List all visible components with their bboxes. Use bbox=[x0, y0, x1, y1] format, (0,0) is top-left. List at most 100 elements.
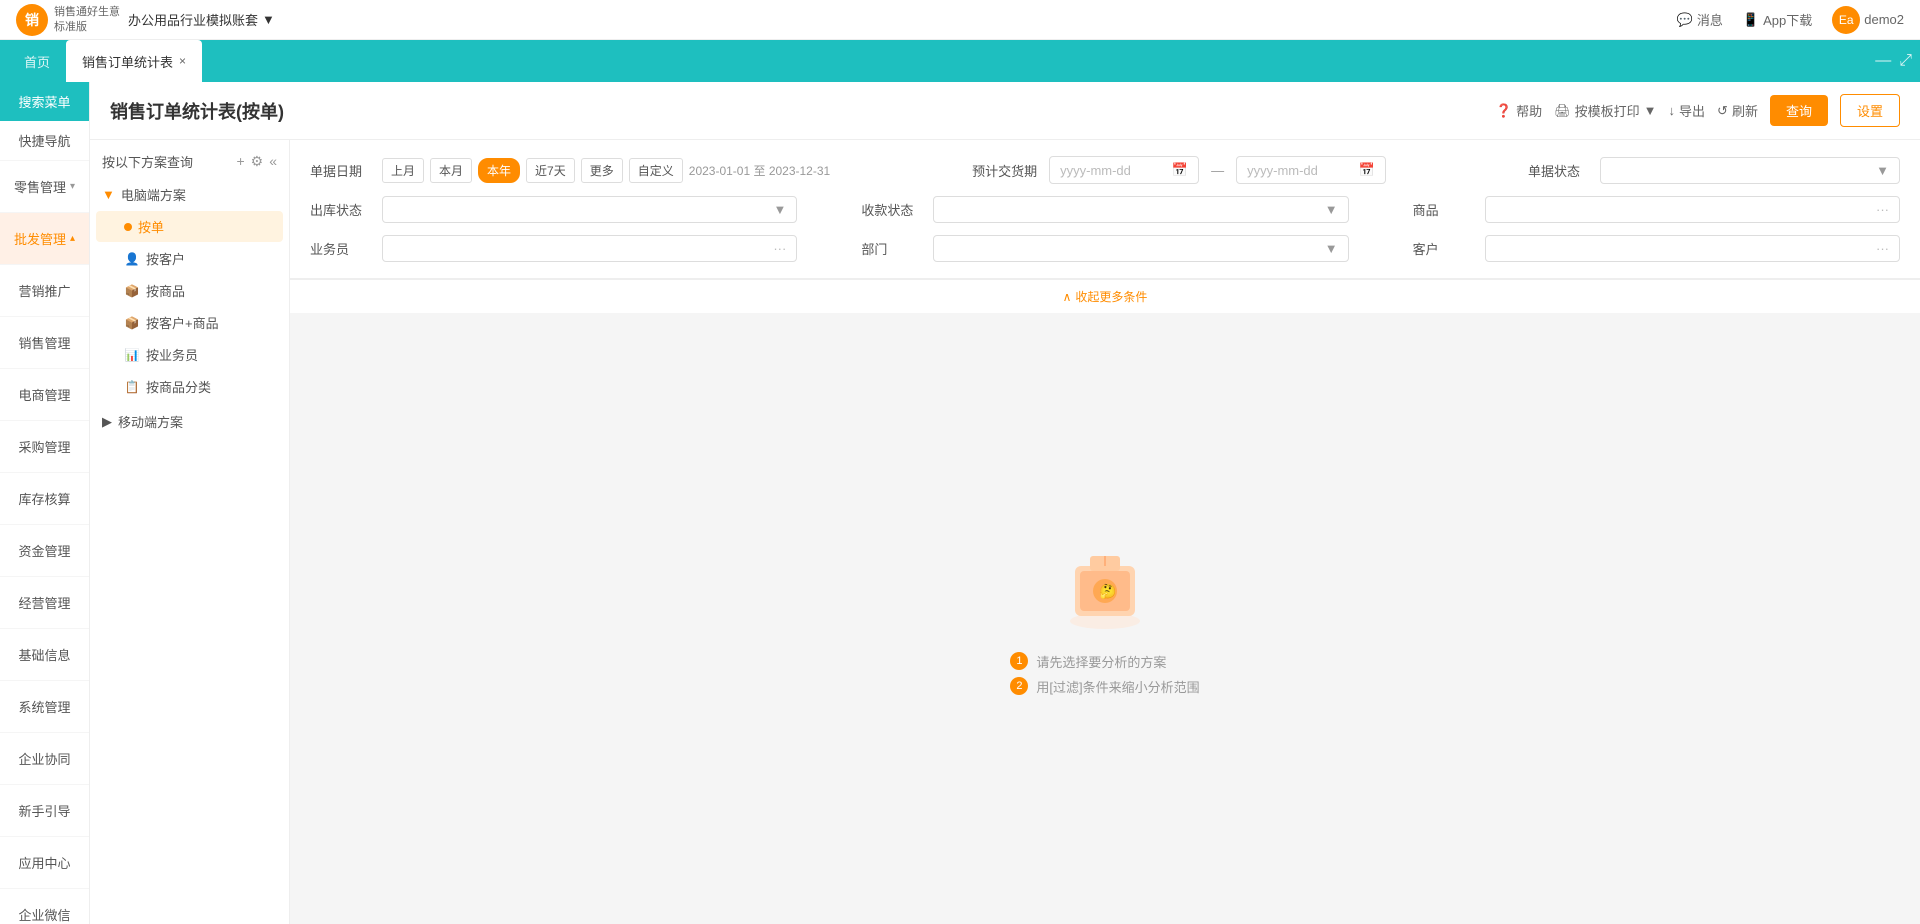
scheme-item-by-order[interactable]: 按单 bbox=[96, 211, 283, 242]
more-icon-2: ··· bbox=[773, 241, 786, 256]
collapse-row[interactable]: ∧ 收起更多条件 bbox=[290, 279, 1920, 313]
date-btn-this-year[interactable]: 本年 bbox=[478, 158, 520, 183]
sidebar-item-finance[interactable]: 资金管理 bbox=[0, 525, 89, 577]
sidebar-item-inventory[interactable]: 库存核算 bbox=[0, 473, 89, 525]
top-bar-right: 💬 消息 📱 App下载 Ea demo2 bbox=[1677, 6, 1904, 34]
sidebar-item-system[interactable]: 系统管理 bbox=[0, 681, 89, 733]
query-button[interactable]: 查询 bbox=[1770, 95, 1828, 126]
sidebar-item-basic-info[interactable]: 基础信息 bbox=[0, 629, 89, 681]
date-btn-7days[interactable]: 近7天 bbox=[526, 158, 575, 183]
top-bar-left: 销 销售通好生意 标准版 办公用品行业模拟账套 ▼ bbox=[16, 4, 275, 36]
customer-select[interactable]: ··· bbox=[1485, 235, 1900, 262]
calendar-icon: 📅 bbox=[1172, 162, 1188, 178]
product-label: 商品 bbox=[1413, 200, 1473, 219]
scheme-category-mobile[interactable]: ▶ 移动端方案 bbox=[90, 406, 289, 437]
salesman-select[interactable]: ··· bbox=[382, 235, 797, 262]
box2-icon: 📦 bbox=[124, 315, 140, 331]
logo-icon: 销 bbox=[16, 4, 48, 36]
scheme-item-by-category[interactable]: 📋 按商品分类 bbox=[96, 371, 283, 402]
maximize-icon[interactable]: ⤢ bbox=[1899, 52, 1912, 70]
sidebar-item-retail[interactable]: 零售管理 ▾ bbox=[0, 161, 89, 213]
sidebar-item-appcenter[interactable]: 应用中心 bbox=[0, 837, 89, 889]
tab-sales-order-stats[interactable]: 销售订单统计表 × bbox=[66, 40, 202, 82]
export-icon: ↓ bbox=[1669, 103, 1676, 118]
settings-scheme-icon[interactable]: ⚙ bbox=[251, 153, 264, 170]
date-btn-last-month[interactable]: 上月 bbox=[382, 158, 424, 183]
content-body: 按以下方案查询 + ⚙ « ▼ 电脑端方案 bbox=[90, 140, 1920, 924]
svg-text:🤔: 🤔 bbox=[1099, 583, 1116, 600]
help-button[interactable]: ❓ 帮助 bbox=[1496, 101, 1542, 120]
add-scheme-icon[interactable]: + bbox=[236, 153, 244, 170]
sidebar-item-newuser[interactable]: 新手引导 bbox=[0, 785, 89, 837]
empty-hints: 1 请先选择要分析的方案 2 用[过滤]条件来缩小分析范围 bbox=[1010, 652, 1199, 702]
date-divider: — bbox=[1211, 163, 1224, 178]
collapse-btn[interactable]: ∧ 收起更多条件 bbox=[1063, 288, 1148, 305]
expected-date-to[interactable]: yyyy-mm-dd 📅 bbox=[1236, 156, 1386, 184]
date-filter: 上月 本月 本年 近7天 更多 自定义 2023-01-01 至 2023-12… bbox=[382, 158, 830, 183]
payment-select[interactable]: ▼ bbox=[933, 196, 1348, 223]
search-menu-item[interactable]: 搜索菜单 bbox=[0, 82, 89, 121]
export-button[interactable]: ↓ 导出 bbox=[1669, 101, 1706, 120]
scheme-item-by-salesman[interactable]: 📊 按业务员 bbox=[96, 339, 283, 370]
top-bar: 销 销售通好生意 标准版 办公用品行业模拟账套 ▼ 💬 消息 📱 App下载 bbox=[0, 0, 1920, 40]
refresh-button[interactable]: ↺ 刷新 bbox=[1717, 101, 1758, 120]
chevron-down-icon: ▼ bbox=[102, 187, 115, 202]
user-area[interactable]: Ea demo2 bbox=[1832, 6, 1904, 34]
date-btn-this-month[interactable]: 本月 bbox=[430, 158, 472, 183]
filter-area: 单据日期 上月 本月 本年 近7天 更多 自定义 2023-01-01 至 20… bbox=[290, 140, 1920, 279]
sidebar-item-wholesale[interactable]: 批发管理 ▴ bbox=[0, 213, 89, 265]
department-select[interactable]: ▼ bbox=[933, 235, 1348, 262]
message-button[interactable]: 💬 消息 bbox=[1677, 10, 1723, 29]
avatar: Ea bbox=[1832, 6, 1860, 34]
sidebar-item-wechat[interactable]: 企业微信 bbox=[0, 889, 89, 924]
sidebar-item-procurement[interactable]: 采购管理 bbox=[0, 421, 89, 473]
scheme-item-by-product[interactable]: 📦 按商品 bbox=[96, 275, 283, 306]
calendar-icon-2: 📅 bbox=[1359, 162, 1375, 178]
department-label: 部门 bbox=[861, 239, 921, 258]
sidebar-item-enterprise[interactable]: 企业协同 bbox=[0, 733, 89, 785]
message-icon: 💬 bbox=[1677, 12, 1693, 28]
scheme-item-by-customer[interactable]: 👤 按客户 bbox=[96, 243, 283, 274]
collapse-scheme-icon[interactable]: « bbox=[269, 153, 277, 170]
app-download-button[interactable]: 📱 App下载 bbox=[1743, 10, 1812, 29]
sidebar-item-sales[interactable]: 销售管理 bbox=[0, 317, 89, 369]
chevron-down-icon: ▼ bbox=[1325, 241, 1338, 256]
filter-row-1: 单据日期 上月 本月 本年 近7天 更多 自定义 2023-01-01 至 20… bbox=[310, 156, 1900, 184]
page-title-dropdown[interactable]: 办公用品行业模拟账套 ▼ bbox=[128, 10, 275, 29]
status-label: 单据状态 bbox=[1528, 161, 1588, 180]
more-icon-3: ··· bbox=[1876, 241, 1889, 256]
table-icon: 📋 bbox=[124, 379, 140, 395]
chevron-up-icon: ∧ bbox=[1063, 290, 1072, 304]
expected-date-from[interactable]: yyyy-mm-dd 📅 bbox=[1049, 156, 1199, 184]
delivery-select[interactable]: ▼ bbox=[382, 196, 797, 223]
sidebar-item-operations[interactable]: 经营管理 bbox=[0, 577, 89, 629]
scheme-panel-icons: + ⚙ « bbox=[236, 153, 277, 170]
chevron-down-icon: ▼ bbox=[262, 12, 275, 27]
logo-text: 销售通好生意 标准版 bbox=[54, 5, 120, 34]
settings-button[interactable]: 设置 bbox=[1840, 94, 1900, 127]
chevron-down-icon: ▼ bbox=[1876, 163, 1889, 178]
page-header: 销售订单统计表(按单) ❓ 帮助 🖨 按模板打印 ▼ ↓ 导出 bbox=[90, 82, 1920, 140]
scheme-panel: 按以下方案查询 + ⚙ « ▼ 电脑端方案 bbox=[90, 140, 290, 924]
status-select[interactable]: ▼ bbox=[1600, 157, 1900, 184]
minimize-icon[interactable]: — bbox=[1875, 52, 1891, 70]
filter-row-2: 出库状态 ▼ 收款状态 ▼ 商品 bbox=[310, 196, 1900, 223]
sidebar-item-marketing[interactable]: 营销推广 bbox=[0, 265, 89, 317]
page-actions: ❓ 帮助 🖨 按模板打印 ▼ ↓ 导出 ↺ 刷新 bbox=[1496, 94, 1900, 127]
quick-nav-item[interactable]: 快捷导航 bbox=[0, 121, 89, 161]
sidebar-item-ecommerce[interactable]: 电商管理 bbox=[0, 369, 89, 421]
tab-close-icon[interactable]: × bbox=[179, 54, 186, 68]
date-btn-custom[interactable]: 自定义 bbox=[629, 158, 683, 183]
salesman-label: 业务员 bbox=[310, 239, 370, 258]
tab-actions: — ⤢ bbox=[1875, 52, 1912, 70]
scheme-category-pc[interactable]: ▼ 电脑端方案 bbox=[90, 179, 289, 210]
more-icon: ··· bbox=[1876, 202, 1889, 217]
tab-home[interactable]: 首页 bbox=[8, 40, 66, 82]
scheme-item-by-customer-product[interactable]: 📦 按客户+商品 bbox=[96, 307, 283, 338]
print-button[interactable]: 🖨 按模板打印 ▼ bbox=[1554, 101, 1656, 120]
delivery-label: 出库状态 bbox=[310, 200, 370, 219]
product-select[interactable]: ··· bbox=[1485, 196, 1900, 223]
chevron-down-icon: ▼ bbox=[1325, 202, 1338, 217]
date-btn-more[interactable]: 更多 bbox=[581, 158, 623, 183]
scheme-panel-header: 按以下方案查询 + ⚙ « bbox=[90, 152, 289, 179]
